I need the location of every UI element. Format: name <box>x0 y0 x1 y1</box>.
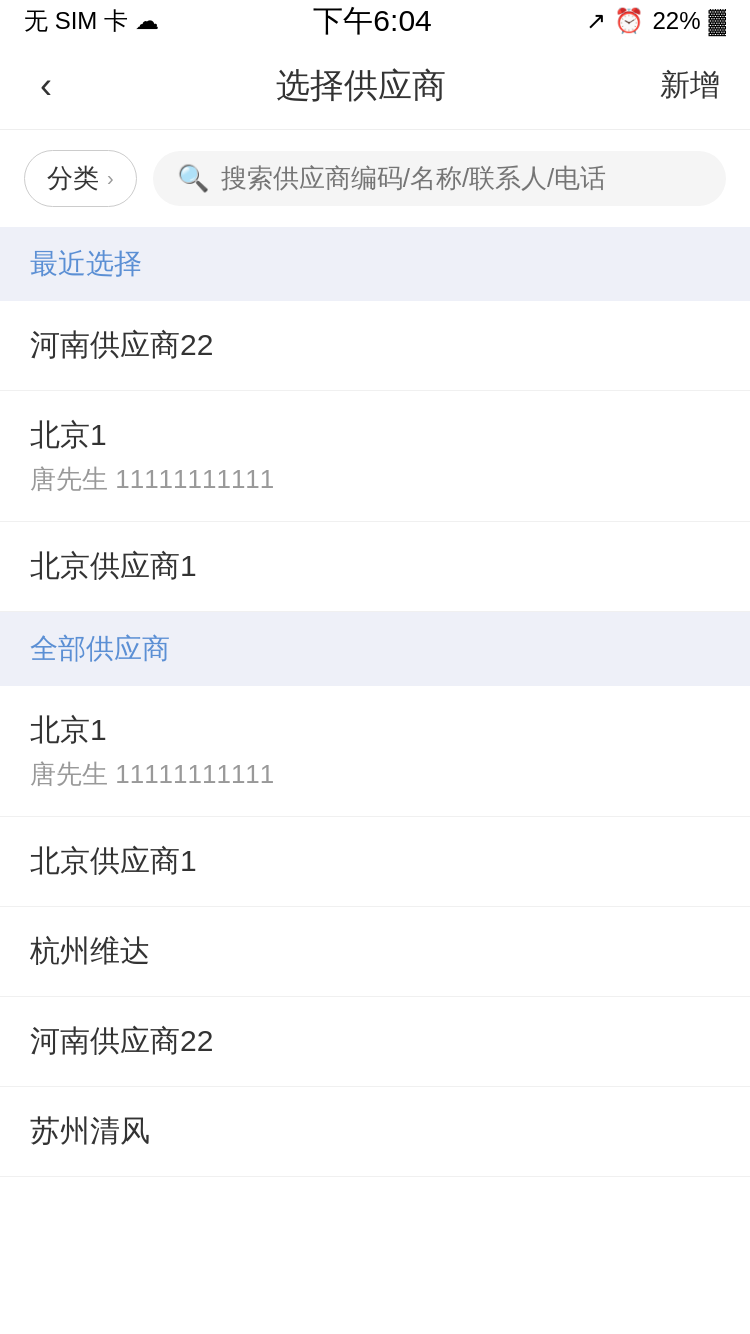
item-name: 北京1 <box>30 710 720 751</box>
item-name: 河南供应商22 <box>30 1021 720 1062</box>
chevron-right-icon: › <box>107 167 114 190</box>
item-contact: 唐先生 11111111111 <box>30 757 720 792</box>
battery-icon: ▓ <box>708 7 726 35</box>
category-label: 分类 <box>47 161 99 196</box>
back-button[interactable]: ‹ <box>30 55 62 117</box>
location-icon: ↗ <box>586 7 606 35</box>
list-item[interactable]: 杭州维达 <box>0 907 750 997</box>
status-bar: 无 SIM 卡 ☁ 下午6:04 ↗ ⏰ 22% ▓ <box>0 0 750 42</box>
item-name: 北京1 <box>30 415 720 456</box>
search-input[interactable] <box>221 163 702 194</box>
list-item[interactable]: 北京供应商1 <box>0 817 750 907</box>
list-item[interactable]: 河南供应商22 <box>0 997 750 1087</box>
no-sim-label: 无 SIM 卡 ☁ <box>24 5 159 37</box>
all-list: 北京1 唐先生 11111111111 北京供应商1 杭州维达 河南供应商22 … <box>0 686 750 1177</box>
list-item[interactable]: 北京供应商1 <box>0 522 750 612</box>
battery-label: 22% <box>652 7 700 35</box>
item-name: 河南供应商22 <box>30 325 720 366</box>
all-section-header: 全部供应商 <box>0 612 750 686</box>
filter-bar: 分类 › 🔍 <box>0 130 750 227</box>
list-item[interactable]: 北京1 唐先生 11111111111 <box>0 686 750 817</box>
nav-bar: ‹ 选择供应商 新增 <box>0 42 750 130</box>
list-item[interactable]: 河南供应商22 <box>0 301 750 391</box>
page-title: 选择供应商 <box>276 63 446 109</box>
status-right: ↗ ⏰ 22% ▓ <box>586 7 726 35</box>
recent-list: 河南供应商22 北京1 唐先生 11111111111 北京供应商1 <box>0 301 750 612</box>
item-contact: 唐先生 11111111111 <box>30 462 720 497</box>
list-item[interactable]: 北京1 唐先生 11111111111 <box>0 391 750 522</box>
alarm-icon: ⏰ <box>614 7 644 35</box>
status-left: 无 SIM 卡 ☁ <box>24 5 159 37</box>
item-name: 杭州维达 <box>30 931 720 972</box>
search-bar[interactable]: 🔍 <box>153 151 726 206</box>
list-item[interactable]: 苏州清风 <box>0 1087 750 1177</box>
item-name: 北京供应商1 <box>30 841 720 882</box>
item-name: 北京供应商1 <box>30 546 720 587</box>
recent-section-header: 最近选择 <box>0 227 750 301</box>
search-icon: 🔍 <box>177 163 209 194</box>
category-button[interactable]: 分类 › <box>24 150 137 207</box>
item-name: 苏州清风 <box>30 1111 720 1152</box>
status-time: 下午6:04 <box>313 1 431 42</box>
add-button[interactable]: 新增 <box>660 65 720 106</box>
